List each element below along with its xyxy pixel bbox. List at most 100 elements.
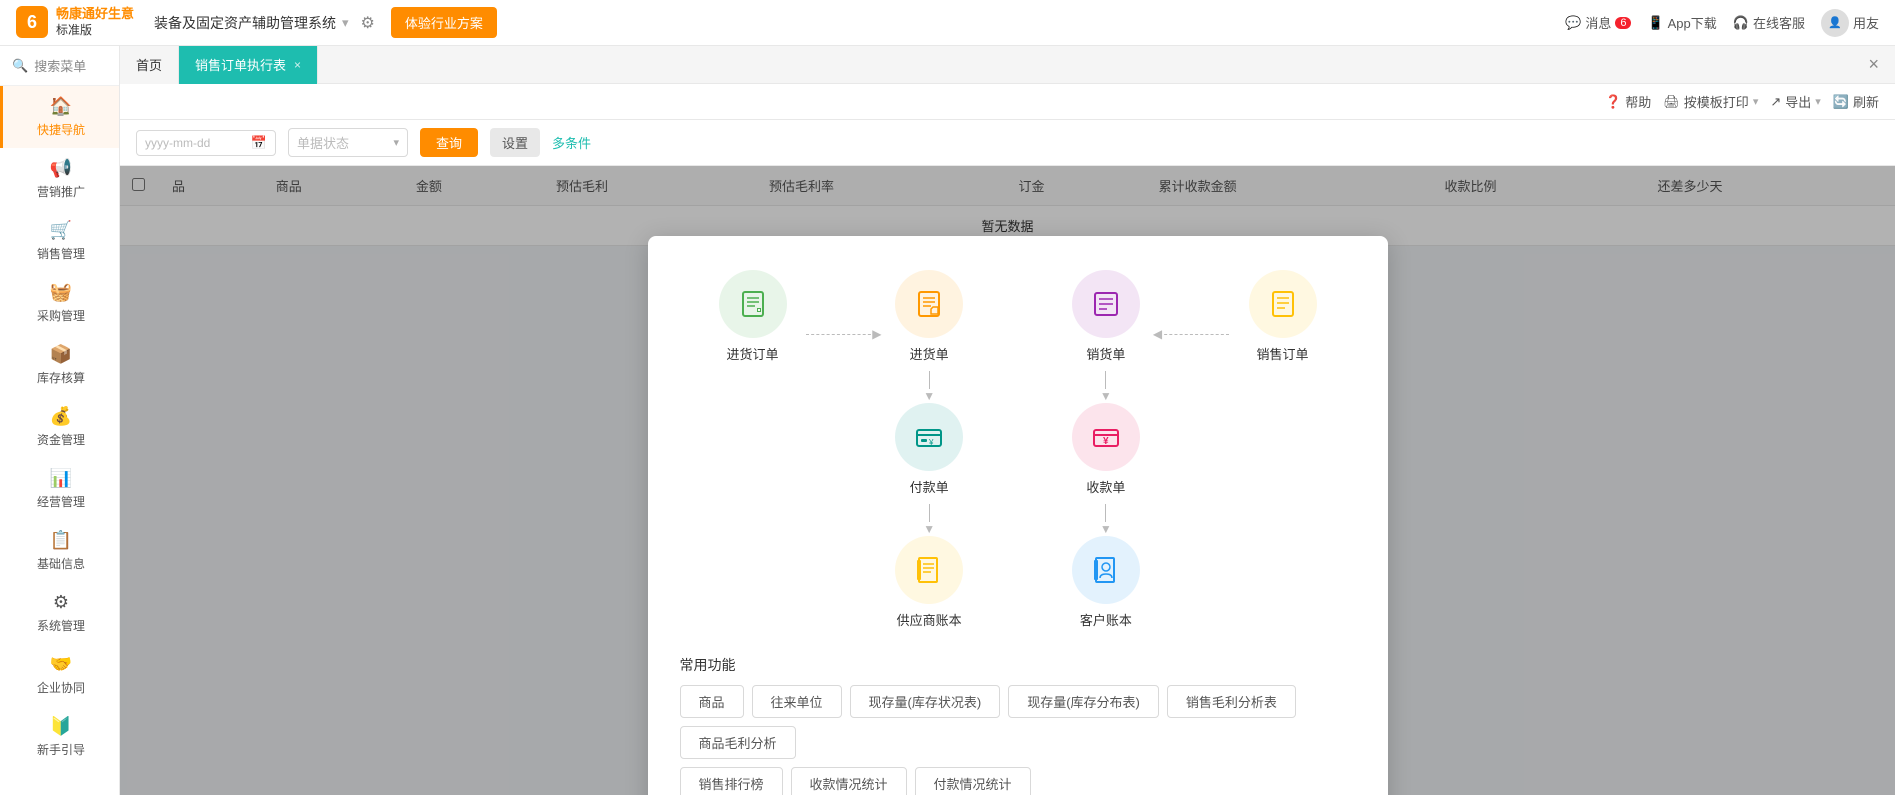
order-status-select[interactable]: 单据状态 ▾	[288, 128, 408, 157]
flow-diagram: 进货订单 ▶	[680, 260, 1356, 647]
flow-payment[interactable]: ¥ 付款单	[876, 403, 982, 496]
common-btn-goods[interactable]: 商品	[680, 685, 744, 718]
tab-bar-end: ×	[1868, 54, 1895, 75]
flow-row-2: ¥ 付款单 ¥	[700, 403, 1336, 496]
flow-label-receipt: 收款单	[1086, 477, 1125, 496]
flow-circle-sales-order	[1249, 270, 1317, 338]
logo-area: 6 畅康通好生意 标准版	[16, 6, 134, 38]
sidebar-item-label-quick: 快捷导航	[37, 121, 85, 138]
sidebar-item-label-operations: 经营管理	[37, 493, 85, 510]
content-main: 品 商品 金额 预估毛利 预估毛利率 订金 累计收款金额 收款比例 还差多少天	[120, 166, 1895, 795]
flow-purchase-order[interactable]: 进货订单	[700, 270, 806, 363]
export-dropdown-icon: ▾	[1815, 95, 1821, 108]
sidebar-item-purchase[interactable]: 🧺 采购管理	[0, 272, 119, 334]
arrow-po-pb: ▶	[806, 334, 877, 363]
purchase-icon: 🧺	[50, 282, 72, 303]
flow-purchase-bill[interactable]: 进货单	[876, 270, 982, 363]
guide-icon: 🔰	[50, 716, 72, 737]
settings-icon[interactable]: ⚙	[361, 13, 375, 33]
flow-customer-ledger[interactable]: 客户账本	[1053, 536, 1159, 629]
search-menu-label: 搜索菜单	[34, 56, 86, 75]
svg-text:¥: ¥	[1103, 436, 1109, 447]
help-icon: ❓	[1605, 94, 1621, 110]
template-print-btn[interactable]: 🖨 按模板打印 ▾	[1663, 92, 1758, 111]
common-btn-goods-margin[interactable]: 商品毛利分析	[680, 726, 796, 759]
modal-overlay[interactable]: 进货订单 ▶	[120, 166, 1895, 795]
search-button[interactable]: 查询	[420, 128, 478, 157]
tab-home-label: 首页	[136, 55, 162, 74]
flow-label-purchase-bill: 进货单	[910, 344, 949, 363]
close-all-tabs-icon[interactable]: ×	[1868, 54, 1879, 74]
sidebar-item-label-guide: 新手引导	[37, 741, 85, 758]
help-btn[interactable]: ❓ 帮助	[1605, 92, 1651, 111]
online-service-btn[interactable]: 🎧 在线客服	[1733, 13, 1805, 32]
flow-sales-bill[interactable]: 销货单	[1053, 270, 1159, 363]
export-btn[interactable]: ↗ 导出 ▾	[1770, 92, 1820, 111]
flow-receipt[interactable]: ¥ 收款单	[1053, 403, 1159, 496]
sidebar-item-guide[interactable]: 🔰 新手引导	[0, 706, 119, 768]
common-btn-stock-status[interactable]: 现存量(库存状况表)	[850, 685, 1001, 718]
help-label: 帮助	[1625, 92, 1651, 111]
sidebar-search[interactable]: 🔍 搜索菜单	[0, 46, 119, 86]
sidebar-item-label-inventory: 库存核算	[37, 369, 85, 386]
more-conditions-btn[interactable]: 多条件	[552, 133, 591, 152]
common-btn-contacts[interactable]: 往来单位	[752, 685, 842, 718]
content-area: 首页 销售订单执行表 × × ❓ 帮助 🖨	[120, 46, 1895, 795]
sidebar-item-finance[interactable]: 💰 资金管理	[0, 396, 119, 458]
refresh-btn[interactable]: 🔄 刷新	[1833, 92, 1879, 111]
sidebar-item-quick[interactable]: 🏠 快捷导航	[0, 86, 119, 148]
toolbar: ❓ 帮助 🖨 按模板打印 ▾ ↗ 导出 ▾ 🔄	[120, 84, 1895, 120]
flow-label-sales-order: 销售订单	[1257, 344, 1309, 363]
sidebar-item-label-marketing: 营销推广	[37, 183, 85, 200]
flow-sales-order[interactable]: 销售订单	[1230, 270, 1336, 363]
sidebar-item-system[interactable]: ⚙ 系统管理	[0, 582, 119, 644]
setting-button[interactable]: 设置	[490, 128, 540, 157]
common-btns-row2: 销售排行榜 收款情况统计 付款情况统计	[680, 767, 1356, 795]
message-badge: 6	[1615, 17, 1631, 29]
message-btn[interactable]: 💬 消息 6	[1565, 13, 1631, 32]
system-name: 装备及固定资产辅助管理系统	[154, 13, 336, 33]
flow-circle-sales-bill	[1072, 270, 1140, 338]
common-functions-section: 常用功能 商品 往来单位 现存量(库存状况表) 现存量(库存分布表) 销售毛利分…	[680, 655, 1356, 795]
sidebar-item-label-collab: 企业协同	[37, 679, 85, 696]
online-service-label: 在线客服	[1753, 13, 1805, 32]
arrow-sb-so: ◀	[1159, 334, 1230, 363]
calendar-icon[interactable]: 📅	[251, 135, 267, 151]
sidebar-item-operations[interactable]: 📊 经营管理	[0, 458, 119, 520]
sidebar-item-sales[interactable]: 🛒 销售管理	[0, 210, 119, 272]
phone-icon: 📱	[1647, 15, 1663, 31]
headset-icon: 🎧	[1733, 15, 1749, 31]
common-btns-row1: 商品 往来单位 现存量(库存状况表) 现存量(库存分布表) 销售毛利分析表 商品…	[680, 685, 1356, 759]
select-dropdown-icon: ▾	[393, 136, 399, 149]
common-btn-sales-margin[interactable]: 销售毛利分析表	[1167, 685, 1296, 718]
common-btn-payment-stat[interactable]: 付款情况统计	[915, 767, 1031, 795]
quick-nav-modal: 进货订单 ▶	[648, 236, 1388, 795]
print-dropdown-icon: ▾	[1753, 95, 1759, 108]
sidebar-item-marketing[interactable]: 📢 营销推广	[0, 148, 119, 210]
user-area[interactable]: 👤 用友	[1821, 9, 1879, 37]
flow-supplier-ledger[interactable]: 供应商账本	[876, 536, 982, 629]
dropdown-arrow-icon[interactable]: ▾	[342, 15, 349, 31]
common-btn-receipt-stat[interactable]: 收款情况统计	[791, 767, 907, 795]
date-input[interactable]: yyyy-mm-dd 📅	[136, 130, 276, 156]
toolbar-right: ❓ 帮助 🖨 按模板打印 ▾ ↗ 导出 ▾ 🔄	[136, 92, 1879, 111]
message-icon: 💬	[1565, 15, 1581, 31]
flow-circle-payment: ¥	[895, 403, 963, 471]
collab-icon: 🤝	[50, 654, 72, 675]
tab-close-icon[interactable]: ×	[294, 58, 301, 72]
sidebar-item-collab[interactable]: 🤝 企业协同	[0, 644, 119, 706]
sidebar-item-inventory[interactable]: 📦 库存核算	[0, 334, 119, 396]
common-btn-sales-rank[interactable]: 销售排行榜	[680, 767, 783, 795]
sidebar-item-label-system: 系统管理	[37, 617, 85, 634]
flow-circle-supplier-ledger	[895, 536, 963, 604]
experience-btn[interactable]: 体验行业方案	[391, 7, 497, 38]
flow-arrows-down-row2: ▼ ▼	[700, 504, 1336, 536]
arrow-rec-down: ▼	[1053, 504, 1159, 536]
tab-sales-order-label: 销售订单执行表	[195, 55, 286, 74]
app-download-label: App下载	[1668, 13, 1717, 32]
sidebar-item-basic[interactable]: 📋 基础信息	[0, 520, 119, 582]
tab-home[interactable]: 首页	[120, 46, 179, 84]
tab-sales-order[interactable]: 销售订单执行表 ×	[179, 46, 318, 84]
app-download-btn[interactable]: 📱 App下载	[1647, 13, 1716, 32]
common-btn-stock-dist[interactable]: 现存量(库存分布表)	[1008, 685, 1159, 718]
